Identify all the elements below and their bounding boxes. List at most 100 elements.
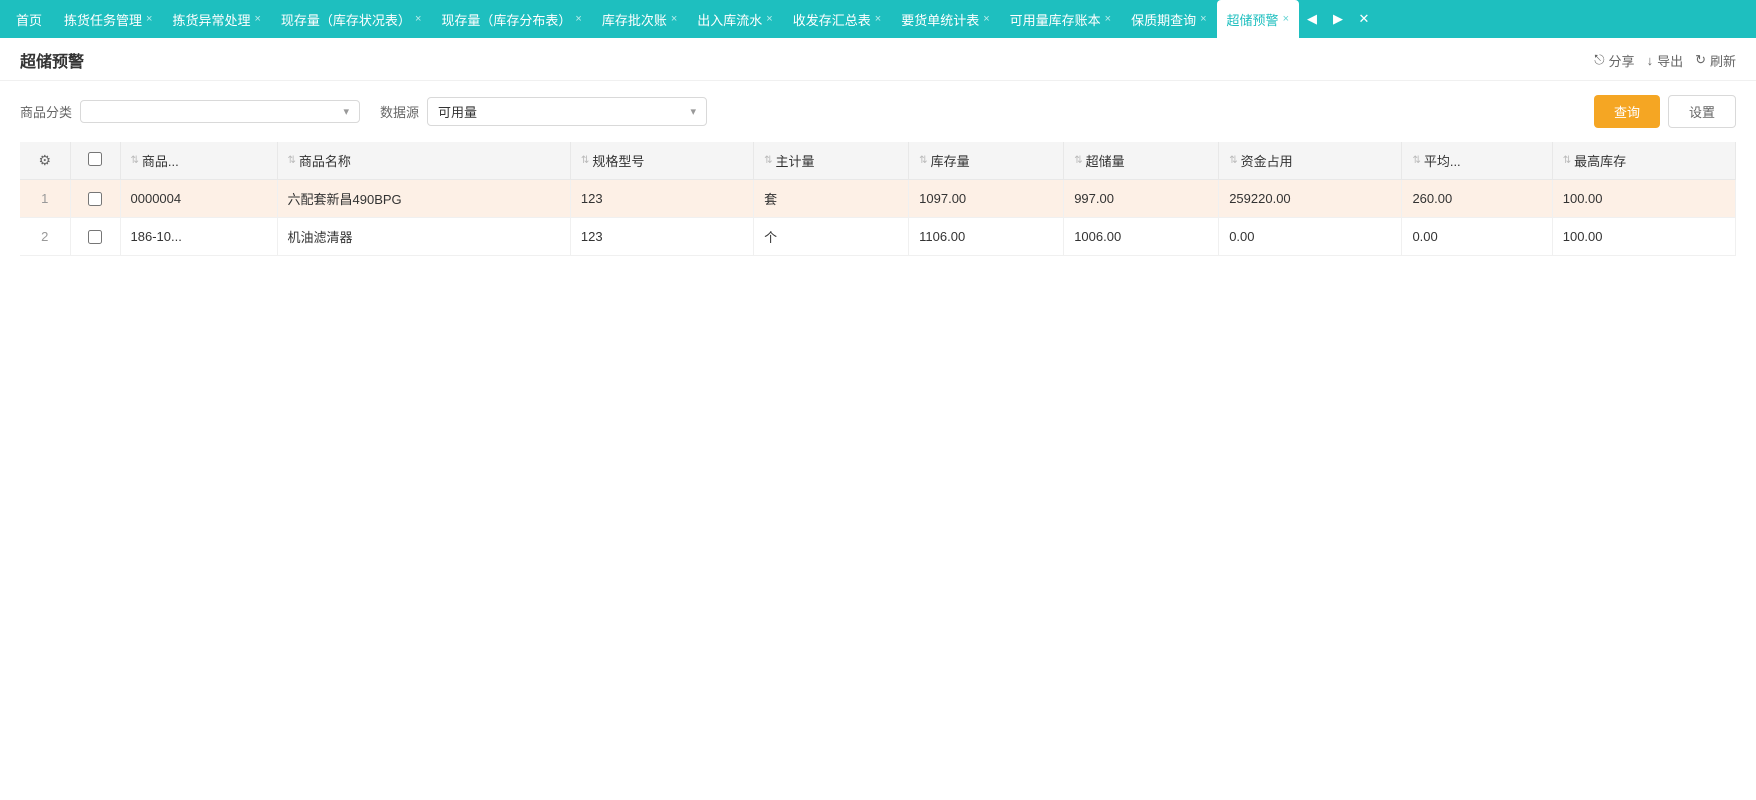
nav-prev-arrow[interactable]: ◀: [1299, 0, 1325, 38]
row-select-checkbox-1[interactable]: [88, 230, 102, 244]
row-unit-1: 个: [754, 218, 909, 256]
col-spec: ⇅ 规格型号: [570, 142, 753, 180]
nav-item-stock-batch[interactable]: 库存批次账 ×: [592, 0, 687, 38]
nav-item-quality-check[interactable]: 保质期查询 ×: [1121, 0, 1216, 38]
refresh-icon: ↻: [1695, 52, 1706, 68]
sort-icon-avg: ⇅: [1412, 155, 1420, 166]
row-product-name-1: 机油滤清器: [277, 218, 570, 256]
header-actions: ⎋ 分享 ↓ 导出 ↻ 刷新: [1594, 51, 1736, 70]
nav-home[interactable]: 首页: [4, 0, 54, 38]
nav-close-recv-send[interactable]: ×: [875, 13, 881, 25]
row-capital-occ-1: 0.00: [1219, 218, 1402, 256]
export-icon: ↓: [1647, 53, 1654, 68]
query-button[interactable]: 查询: [1594, 95, 1660, 128]
sort-icon-unit: ⇅: [764, 155, 772, 166]
table-body: 1 0000004 六配套新昌490BPG 123 套 1097.00 997.…: [20, 180, 1736, 256]
datasource-label: 数据源: [380, 102, 419, 121]
nav-item-recv-send[interactable]: 收发存汇总表 ×: [783, 0, 891, 38]
nav-item-overstock-alert[interactable]: 超储预警 ×: [1217, 0, 1299, 38]
settings-gear-icon[interactable]: ⚙: [38, 152, 51, 168]
row-avg-0: 260.00: [1402, 180, 1552, 218]
row-checkbox-0: [70, 180, 120, 218]
refresh-button[interactable]: ↻ 刷新: [1695, 51, 1736, 70]
category-label: 商品分类: [20, 102, 72, 121]
nav-close-abnormal-proc[interactable]: ×: [254, 13, 260, 25]
row-max-stock-0: 100.00: [1552, 180, 1735, 218]
col-avg: ⇅ 平均...: [1402, 142, 1552, 180]
datasource-filter: 数据源 可用量 ▾: [380, 97, 707, 126]
nav-close-avail-stock[interactable]: ×: [1105, 13, 1111, 25]
col-checkbox: [70, 142, 120, 180]
share-icon: ⎋: [1594, 52, 1604, 68]
row-overstock-1: 1006.00: [1064, 218, 1219, 256]
row-unit-0: 套: [754, 180, 909, 218]
nav-close-all[interactable]: ✕: [1351, 0, 1377, 38]
sort-icon-capital-occ: ⇅: [1229, 155, 1237, 166]
settings-button[interactable]: 设置: [1668, 95, 1736, 128]
filter-buttons: 查询 设置: [1594, 95, 1736, 128]
category-filter: 商品分类 ▾: [20, 100, 360, 123]
row-num-1: 2: [20, 218, 70, 256]
row-stock-qty-0: 1097.00: [909, 180, 1064, 218]
sort-icon-max-stock: ⇅: [1563, 155, 1571, 166]
table-container: ⚙ ⇅ 商品... ⇅ 商品名称: [0, 142, 1756, 256]
nav-close-stock-batch[interactable]: ×: [671, 13, 677, 25]
datasource-select-value: 可用量: [438, 102, 477, 121]
table-row: 1 0000004 六配套新昌490BPG 123 套 1097.00 997.…: [20, 180, 1736, 218]
row-stock-qty-1: 1106.00: [909, 218, 1064, 256]
row-num-0: 1: [20, 180, 70, 218]
nav-close-overstock-alert[interactable]: ×: [1283, 13, 1289, 25]
row-max-stock-1: 100.00: [1552, 218, 1735, 256]
export-button[interactable]: ↓ 导出: [1647, 51, 1684, 70]
overstock-table: ⚙ ⇅ 商品... ⇅ 商品名称: [20, 142, 1736, 256]
nav-close-stock-status[interactable]: ×: [415, 13, 421, 25]
nav-item-abnormal-proc[interactable]: 拣货异常处理 ×: [162, 0, 270, 38]
chevron-down-icon2: ▾: [691, 105, 697, 118]
row-select-checkbox-0[interactable]: [88, 192, 102, 206]
share-button[interactable]: ⎋ 分享: [1594, 51, 1634, 70]
row-spec-1: 123: [570, 218, 753, 256]
sort-icon-product-name: ⇅: [288, 155, 296, 166]
row-avg-1: 0.00: [1402, 218, 1552, 256]
nav-item-stock-dist[interactable]: 现存量（库存分布表） ×: [431, 0, 591, 38]
col-max-stock: ⇅ 最高库存: [1552, 142, 1735, 180]
sort-icon-overstock: ⇅: [1074, 155, 1082, 166]
sort-icon-product-code: ⇅: [131, 155, 139, 166]
nav-close-quality-check[interactable]: ×: [1200, 13, 1206, 25]
col-overstock: ⇅ 超储量: [1064, 142, 1219, 180]
row-overstock-0: 997.00: [1064, 180, 1219, 218]
nav-item-order-stats[interactable]: 要货单统计表 ×: [891, 0, 999, 38]
nav-item-task-mgmt[interactable]: 拣货任务管理 ×: [54, 0, 162, 38]
row-spec-0: 123: [570, 180, 753, 218]
nav-item-avail-stock[interactable]: 可用量库存账本 ×: [1000, 0, 1121, 38]
col-product-code: ⇅ 商品...: [120, 142, 277, 180]
datasource-select[interactable]: 可用量 ▾: [427, 97, 707, 126]
row-product-code-1: 186-10...: [120, 218, 277, 256]
top-navigation: 首页 拣货任务管理 × 拣货异常处理 × 现存量（库存状况表） × 现存量（库存…: [0, 0, 1756, 38]
col-unit: ⇅ 主计量: [754, 142, 909, 180]
row-product-code-0: 0000004: [120, 180, 277, 218]
col-product-name: ⇅ 商品名称: [277, 142, 570, 180]
row-product-name-0: 六配套新昌490BPG: [277, 180, 570, 218]
nav-next-arrow[interactable]: ▶: [1325, 0, 1351, 38]
nav-close-task-mgmt[interactable]: ×: [146, 13, 152, 25]
page-header: 超储预警 ⎋ 分享 ↓ 导出 ↻ 刷新: [0, 38, 1756, 81]
col-stock-qty: ⇅ 库存量: [909, 142, 1064, 180]
col-settings: ⚙: [20, 142, 70, 180]
nav-close-order-stats[interactable]: ×: [983, 13, 989, 25]
sort-icon-stock-qty: ⇅: [919, 155, 927, 166]
table-header-row: ⚙ ⇅ 商品... ⇅ 商品名称: [20, 142, 1736, 180]
sort-icon-spec: ⇅: [581, 155, 589, 166]
row-capital-occ-0: 259220.00: [1219, 180, 1402, 218]
chevron-down-icon: ▾: [343, 105, 349, 118]
category-select[interactable]: ▾: [80, 100, 360, 123]
col-capital-occ: ⇅ 资金占用: [1219, 142, 1402, 180]
nav-item-stock-status[interactable]: 现存量（库存状况表） ×: [271, 0, 431, 38]
filter-area: 商品分类 ▾ 数据源 可用量 ▾ 查询 设置: [0, 81, 1756, 142]
table-row: 2 186-10... 机油滤清器 123 个 1106.00 1006.00 …: [20, 218, 1736, 256]
select-all-checkbox[interactable]: [88, 152, 102, 166]
row-checkbox-1: [70, 218, 120, 256]
nav-item-inout-flow[interactable]: 出入库流水 ×: [687, 0, 782, 38]
nav-close-stock-dist[interactable]: ×: [575, 13, 581, 25]
nav-close-inout-flow[interactable]: ×: [766, 13, 772, 25]
